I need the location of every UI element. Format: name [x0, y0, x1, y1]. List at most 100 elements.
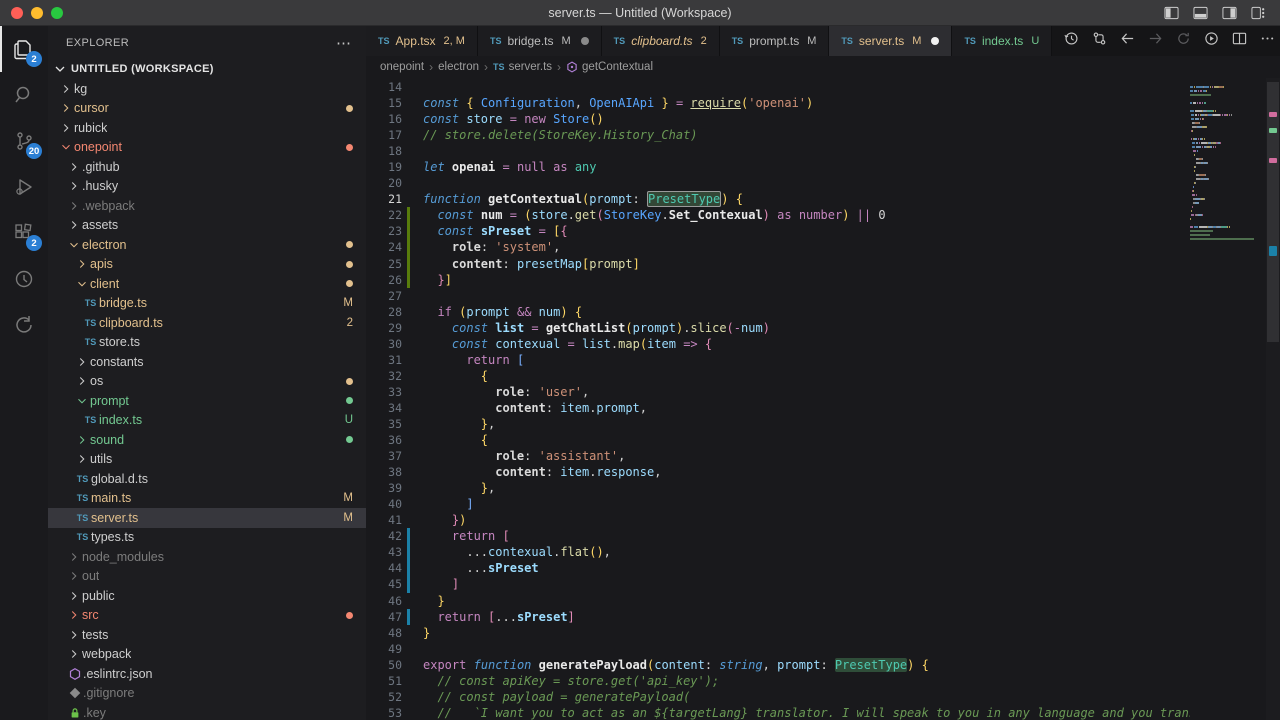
code-line: 42 return [ [366, 528, 1190, 544]
customize-layout-icon[interactable] [1251, 6, 1266, 20]
gutter-change-indicator [407, 689, 410, 705]
code-line: 20 [366, 175, 1190, 191]
explorer-icon[interactable]: 2 [0, 26, 48, 72]
tree-folder-prompt[interactable]: prompt [48, 391, 366, 411]
line-number: 36 [366, 432, 402, 448]
tree-folder-kg[interactable]: kg [48, 79, 366, 99]
tree-folder-dot-github[interactable]: .github [48, 157, 366, 177]
code-line: 40 ] [366, 496, 1190, 512]
gutter-change-indicator [407, 368, 410, 384]
tree-folder-os[interactable]: os [48, 372, 366, 392]
line-number: 44 [366, 560, 402, 576]
tab-server.ts[interactable]: TSserver.tsM [829, 26, 952, 56]
explorer-more-actions-icon[interactable]: ⋯ [336, 34, 352, 52]
split-editor-icon[interactable] [1232, 31, 1247, 51]
tree-file-index.ts[interactable]: TSindex.tsU [48, 411, 366, 431]
editor-scrollbar[interactable] [1266, 78, 1280, 720]
breadcrumb-item-onepoint[interactable]: onepoint [380, 61, 424, 73]
breadcrumb-item-getContextual[interactable]: getContextual [566, 61, 653, 73]
ts-file-icon: TS [77, 493, 89, 503]
tree-file-server.ts[interactable]: TSserver.tsM [48, 508, 366, 528]
zoom-window-button[interactable] [51, 7, 63, 19]
tree-folder-cursor[interactable]: cursor [48, 99, 366, 119]
timer-run-icon[interactable] [0, 256, 48, 302]
navigate-back-icon[interactable] [1120, 31, 1135, 51]
tab-clipboard.ts[interactable]: TSclipboard.ts2 [602, 26, 720, 56]
ts-file-icon: TS [85, 337, 97, 347]
gutter-change-indicator [407, 175, 410, 191]
tree-folder-tests[interactable]: tests [48, 625, 366, 645]
tree-file-global.d.ts[interactable]: TSglobal.d.ts [48, 469, 366, 489]
tree-folder-electron[interactable]: electron [48, 235, 366, 255]
tree-folder-out[interactable]: out [48, 567, 366, 587]
tree-folder-dot-webpack[interactable]: .webpack [48, 196, 366, 216]
tree-file-clipboard.ts[interactable]: TSclipboard.ts2 [48, 313, 366, 333]
scrollbar-thumb[interactable] [1267, 82, 1279, 342]
unsaved-dot-icon[interactable] [581, 37, 589, 45]
code-line: 24 role: 'system', [366, 239, 1190, 255]
tab-App.tsx[interactable]: TSApp.tsx2, M [366, 26, 478, 56]
navigate-forward-icon[interactable] [1148, 31, 1163, 51]
tab-index.ts[interactable]: TSindex.tsU [952, 26, 1052, 56]
gutter-change-indicator [407, 528, 410, 544]
tree-folder-webpack[interactable]: webpack [48, 645, 366, 665]
line-number: 53 [366, 705, 402, 720]
open-changes-icon[interactable] [1092, 31, 1107, 51]
tree-folder-rubick[interactable]: rubick [48, 118, 366, 138]
loop-extension-icon[interactable] [0, 302, 48, 348]
breadcrumb-item-server.ts[interactable]: TSserver.ts [493, 61, 552, 73]
tree-item-label: client [90, 277, 119, 291]
sync-icon[interactable] [1176, 31, 1191, 51]
run-file-icon[interactable] [1204, 31, 1219, 51]
tree-folder-client[interactable]: client [48, 274, 366, 294]
timeline-icon[interactable] [1064, 31, 1079, 51]
tree-file-types.ts[interactable]: TStypes.ts [48, 528, 366, 548]
line-number: 20 [366, 175, 402, 191]
ts-file-icon: TS [490, 36, 502, 46]
chevron-right-icon [74, 355, 90, 369]
extensions-icon[interactable]: 2 [0, 210, 48, 256]
tree-folder-assets[interactable]: assets [48, 216, 366, 236]
workspace-section-header[interactable]: UNTITLED (WORKSPACE) [48, 59, 366, 79]
minimize-window-button[interactable] [31, 7, 43, 19]
tree-folder-onepoint[interactable]: onepoint [48, 138, 366, 158]
tree-folder-node_modules[interactable]: node_modules [48, 547, 366, 567]
code-editor[interactable]: 1415const { Configuration, OpenAIApi } =… [366, 78, 1280, 720]
tree-file-dot-key[interactable]: .key [48, 703, 366, 720]
tree-folder-sound[interactable]: sound [48, 430, 366, 450]
run-debug-icon[interactable] [0, 164, 48, 210]
tree-item-label: index.ts [99, 413, 142, 427]
unsaved-dot-icon[interactable] [931, 37, 939, 45]
chevron-down-icon [58, 140, 74, 154]
tree-item-label: out [82, 569, 99, 583]
tree-folder-dot-husky[interactable]: .husky [48, 177, 366, 197]
file-tree: kgcursorrubickonepoint.github.husky.webp… [48, 79, 366, 720]
tree-folder-src[interactable]: src [48, 606, 366, 626]
toggle-secondary-sidebar-icon[interactable] [1222, 6, 1237, 20]
chevron-right-icon [66, 628, 82, 642]
tree-file-bridge.ts[interactable]: TSbridge.tsM [48, 294, 366, 314]
tree-folder-constants[interactable]: constants [48, 352, 366, 372]
tree-folder-public[interactable]: public [48, 586, 366, 606]
tree-folder-apis[interactable]: apis [48, 255, 366, 275]
tree-item-label: node_modules [82, 550, 164, 564]
tree-file-dot-gitignore[interactable]: .gitignore [48, 684, 366, 704]
tree-file-dot-eslintrc.json[interactable]: .eslintrc.json [48, 664, 366, 684]
more-actions-icon[interactable] [1260, 31, 1275, 51]
tab-prompt.ts[interactable]: TSprompt.tsM [720, 26, 830, 56]
tree-file-store.ts[interactable]: TSstore.ts [48, 333, 366, 353]
tree-file-main.ts[interactable]: TSmain.tsM [48, 489, 366, 509]
close-window-button[interactable] [11, 7, 23, 19]
tree-item-label: server.ts [91, 511, 138, 525]
toggle-sidebar-icon[interactable] [1164, 6, 1179, 20]
tree-item-label: store.ts [99, 335, 140, 349]
search-icon[interactable] [0, 72, 48, 118]
breadcrumb-item-electron[interactable]: electron [438, 61, 479, 73]
gutter-change-indicator [407, 95, 410, 111]
tree-folder-utils[interactable]: utils [48, 450, 366, 470]
toggle-panel-icon[interactable] [1193, 6, 1208, 20]
tab-bridge.ts[interactable]: TSbridge.tsM [478, 26, 602, 56]
vscode-window: server.ts — Untitled (Workspace) 2 20 [0, 0, 1280, 720]
source-control-icon[interactable]: 20 [0, 118, 48, 164]
minimap[interactable] [1190, 82, 1266, 720]
